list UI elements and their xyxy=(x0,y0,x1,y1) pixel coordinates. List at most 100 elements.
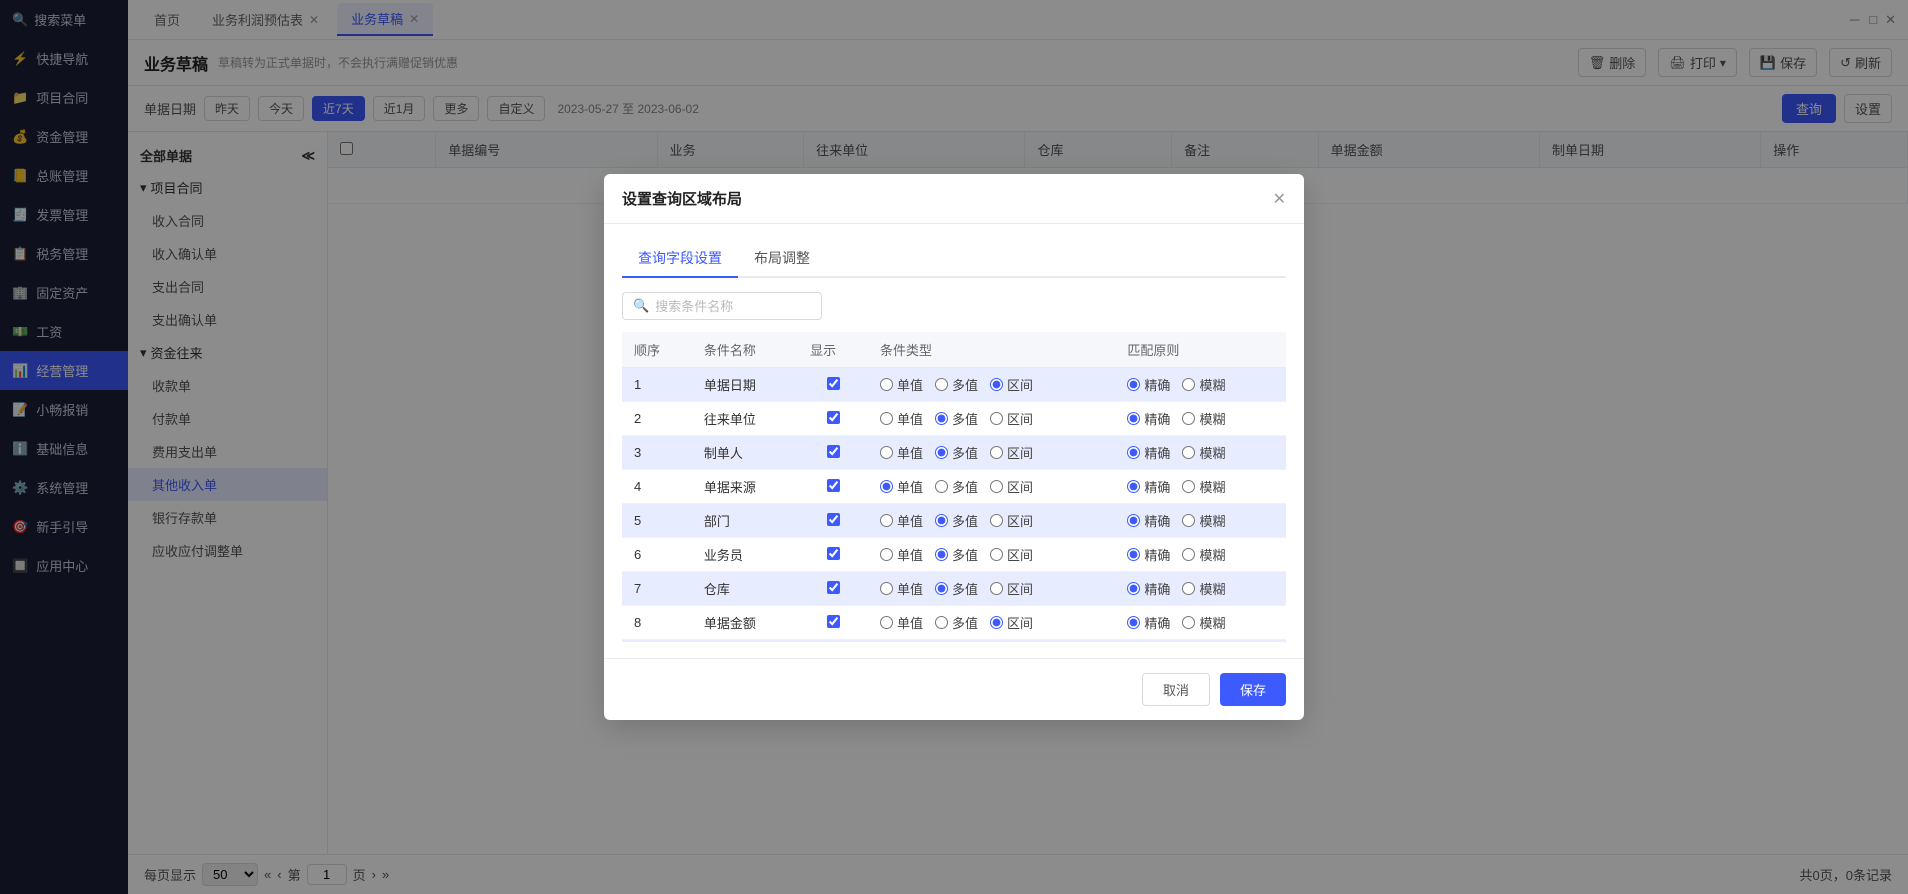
display-checkbox[interactable] xyxy=(827,615,840,628)
display-checkbox[interactable] xyxy=(827,547,840,560)
row-display xyxy=(798,504,868,538)
radio-match-模糊[interactable]: 模糊 xyxy=(1182,477,1225,496)
radio-type-多值[interactable]: 多值 xyxy=(935,613,978,632)
radio-type-多值[interactable]: 多值 xyxy=(935,477,978,496)
radio-type-区间[interactable]: 区间 xyxy=(990,477,1033,496)
radio-match-模糊[interactable]: 模糊 xyxy=(1182,579,1225,598)
radio-type-多值[interactable]: 多值 xyxy=(935,579,978,598)
row-display xyxy=(798,606,868,640)
row-match-rule: 精确模糊 xyxy=(1115,368,1286,402)
radio-match-精确[interactable]: 精确 xyxy=(1127,511,1170,530)
dialog-tabs: 查询字段设置 布局调整 xyxy=(622,240,1286,278)
radio-type-区间[interactable]: 区间 xyxy=(990,511,1033,530)
row-match-rule: 精确模糊 xyxy=(1115,640,1286,643)
radio-type-区间[interactable]: 区间 xyxy=(990,613,1033,632)
display-checkbox[interactable] xyxy=(827,377,840,390)
radio-match-精确[interactable]: 精确 xyxy=(1127,579,1170,598)
radio-type-单值[interactable]: 单值 xyxy=(880,613,923,632)
radio-match-模糊[interactable]: 模糊 xyxy=(1182,409,1225,428)
radio-match-模糊[interactable]: 模糊 xyxy=(1182,511,1225,530)
settings-row: 4单据来源单值多值区间精确模糊 xyxy=(622,470,1286,504)
row-condition-name: 往来单位 xyxy=(692,402,798,436)
row-order: 8 xyxy=(622,606,692,640)
radio-type-多值[interactable]: 多值 xyxy=(935,545,978,564)
row-condition-name: 备注 xyxy=(692,640,798,643)
radio-type-单值[interactable]: 单值 xyxy=(880,511,923,530)
radio-type-单值[interactable]: 单值 xyxy=(880,477,923,496)
cancel-button[interactable]: 取消 xyxy=(1142,673,1210,706)
row-condition-type: 单值多值区间 xyxy=(868,470,1115,504)
radio-type-单值[interactable]: 单值 xyxy=(880,443,923,462)
row-condition-type: 单值多值区间 xyxy=(868,640,1115,643)
dialog-tab-layout[interactable]: 布局调整 xyxy=(738,240,826,278)
radio-match-精确[interactable]: 精确 xyxy=(1127,545,1170,564)
radio-type-区间[interactable]: 区间 xyxy=(990,443,1033,462)
row-condition-name: 制单人 xyxy=(692,436,798,470)
row-condition-name: 单据金额 xyxy=(692,606,798,640)
settings-row: 3制单人单值多值区间精确模糊 xyxy=(622,436,1286,470)
radio-type-区间[interactable]: 区间 xyxy=(990,545,1033,564)
col-condition-type: 条件类型 xyxy=(868,332,1115,368)
display-checkbox[interactable] xyxy=(827,479,840,492)
radio-match-精确[interactable]: 精确 xyxy=(1127,409,1170,428)
radio-match-模糊[interactable]: 模糊 xyxy=(1182,443,1225,462)
row-condition-type: 单值多值区间 xyxy=(868,606,1115,640)
display-checkbox[interactable] xyxy=(827,581,840,594)
row-condition-type: 单值多值区间 xyxy=(868,436,1115,470)
row-order: 5 xyxy=(622,504,692,538)
row-order: 6 xyxy=(622,538,692,572)
radio-type-区间[interactable]: 区间 xyxy=(990,375,1033,394)
row-match-rule: 精确模糊 xyxy=(1115,572,1286,606)
row-condition-type: 单值多值区间 xyxy=(868,402,1115,436)
row-match-rule: 精确模糊 xyxy=(1115,470,1286,504)
radio-match-模糊[interactable]: 模糊 xyxy=(1182,545,1225,564)
settings-row: 2往来单位单值多值区间精确模糊 xyxy=(622,402,1286,436)
col-order: 顺序 xyxy=(622,332,692,368)
radio-match-精确[interactable]: 精确 xyxy=(1127,375,1170,394)
radio-type-单值[interactable]: 单值 xyxy=(880,579,923,598)
row-match-rule: 精确模糊 xyxy=(1115,402,1286,436)
row-order: 1 xyxy=(622,368,692,402)
radio-match-模糊[interactable]: 模糊 xyxy=(1182,375,1225,394)
radio-match-模糊[interactable]: 模糊 xyxy=(1182,613,1225,632)
settings-row: 7仓库 单值多值区间 精确模糊 xyxy=(622,572,1286,606)
settings-row: 8单据金额单值多值区间精确模糊 xyxy=(622,606,1286,640)
radio-type-单值[interactable]: 单值 xyxy=(880,545,923,564)
dialog-save-button[interactable]: 保存 xyxy=(1220,673,1286,706)
radio-type-多值[interactable]: 多值 xyxy=(935,443,978,462)
dialog-tab-query-fields[interactable]: 查询字段设置 xyxy=(622,240,738,278)
row-condition-name: 单据来源 xyxy=(692,470,798,504)
dialog: 设置查询区域布局 ✕ 查询字段设置 布局调整 🔍 xyxy=(604,174,1304,720)
radio-match-精确[interactable]: 精确 xyxy=(1127,477,1170,496)
row-condition-name: 单据日期 xyxy=(692,368,798,402)
row-order: 7 xyxy=(622,572,692,606)
dialog-search-input[interactable] xyxy=(655,299,811,314)
display-checkbox[interactable] xyxy=(827,445,840,458)
display-checkbox[interactable] xyxy=(827,411,840,424)
row-order: 3 xyxy=(622,436,692,470)
dialog-footer: 取消 保存 xyxy=(604,658,1304,720)
row-display xyxy=(798,368,868,402)
col-condition-name: 条件名称 xyxy=(692,332,798,368)
row-condition-type: 单值多值区间 xyxy=(868,538,1115,572)
settings-row: 9备注单值多值区间精确模糊 xyxy=(622,640,1286,643)
row-order: 4 xyxy=(622,470,692,504)
radio-type-单值[interactable]: 单值 xyxy=(880,375,923,394)
row-display xyxy=(798,436,868,470)
row-condition-name: 仓库 xyxy=(692,572,798,606)
radio-type-区间[interactable]: 区间 xyxy=(990,409,1033,428)
radio-match-精确[interactable]: 精确 xyxy=(1127,443,1170,462)
radio-type-多值[interactable]: 多值 xyxy=(935,511,978,530)
radio-type-多值[interactable]: 多值 xyxy=(935,375,978,394)
dialog-close-button[interactable]: ✕ xyxy=(1273,189,1286,209)
dialog-search-box: 🔍 xyxy=(622,292,822,320)
row-condition-name: 业务员 xyxy=(692,538,798,572)
display-checkbox[interactable] xyxy=(827,513,840,526)
radio-type-单值[interactable]: 单值 xyxy=(880,409,923,428)
radio-type-区间[interactable]: 区间 xyxy=(990,579,1033,598)
row-display xyxy=(798,640,868,643)
radio-type-多值[interactable]: 多值 xyxy=(935,409,978,428)
dialog-body: 查询字段设置 布局调整 🔍 顺序 条件名称 显示 xyxy=(604,224,1304,658)
radio-match-精确[interactable]: 精确 xyxy=(1127,613,1170,632)
row-match-rule: 精确模糊 xyxy=(1115,606,1286,640)
